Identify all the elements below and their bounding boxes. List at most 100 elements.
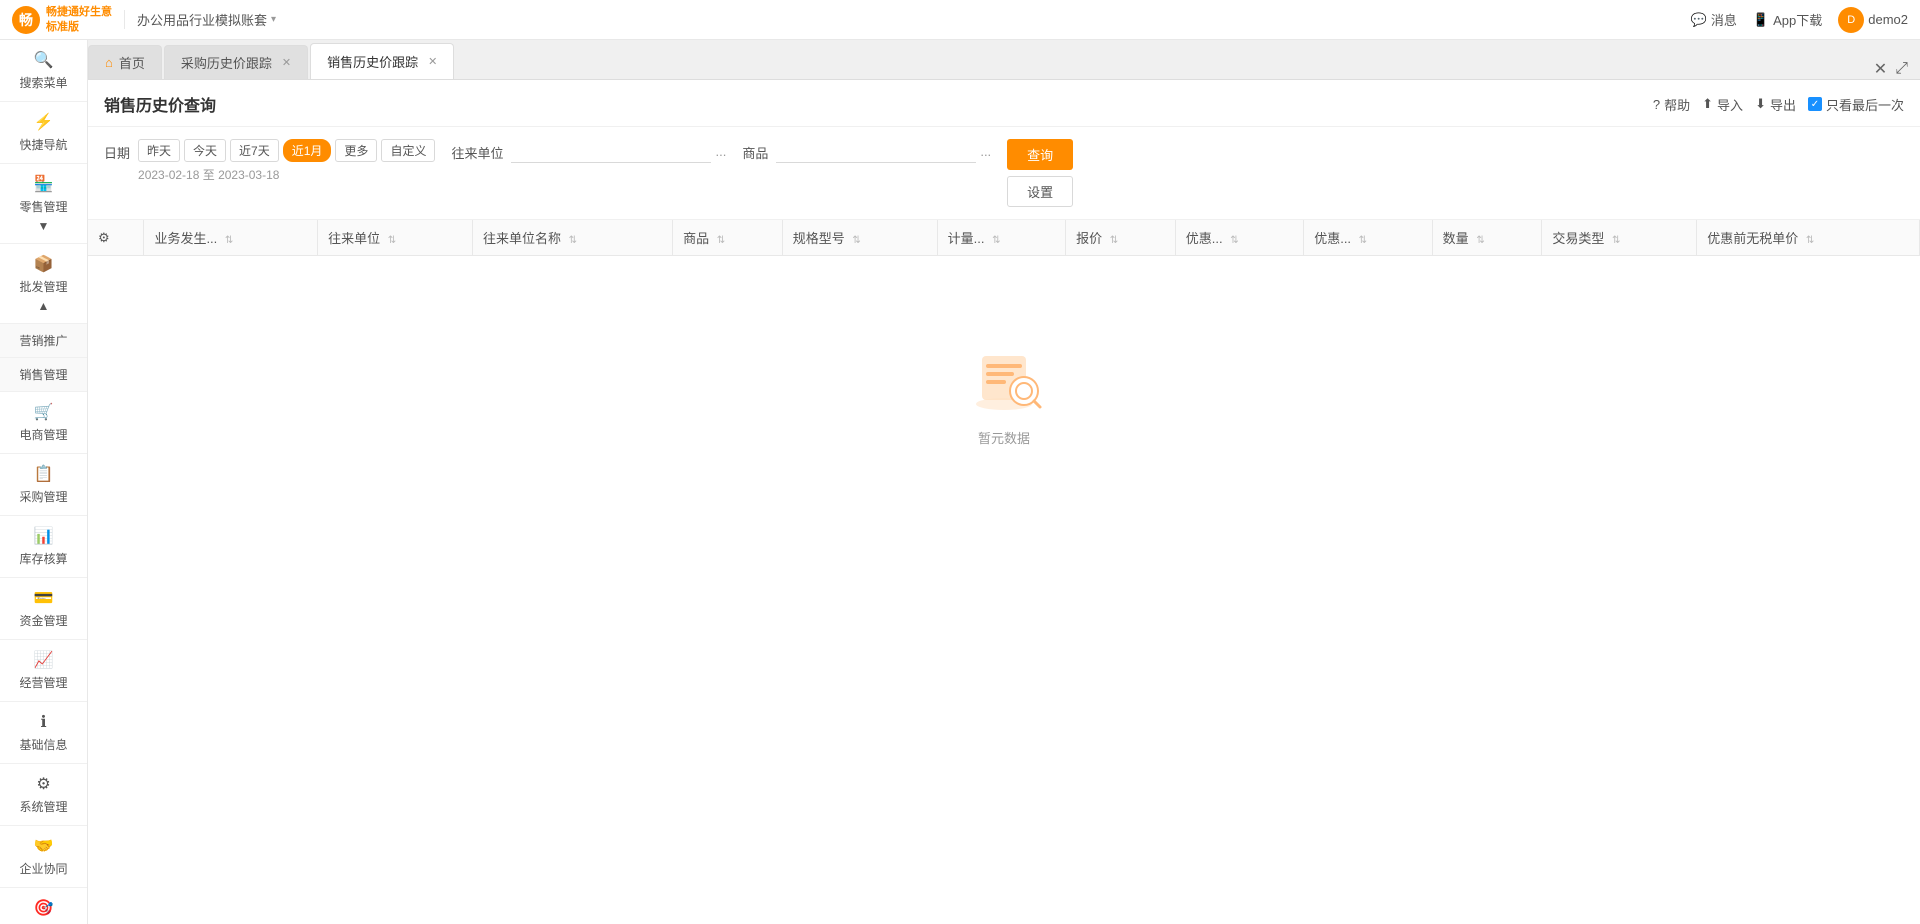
ecommerce-icon: 🛒	[34, 402, 54, 422]
more-btn[interactable]: 更多	[335, 139, 377, 162]
table-container: ⚙ 业务发生... ⇅ 往来单位 ⇅ 往来单位名称	[88, 220, 1920, 527]
col-discount2[interactable]: 优惠... ⇅	[1304, 220, 1432, 256]
product-input[interactable]	[776, 139, 976, 163]
logo-icon: 畅	[12, 6, 40, 34]
date-label: 日期	[104, 139, 130, 162]
col-quantity[interactable]: 数量 ⇅	[1432, 220, 1542, 256]
finance-icon: 💳	[34, 588, 54, 608]
sidebar-item-enterprise[interactable]: 🤝 企业协同	[0, 826, 87, 888]
col-business-date[interactable]: 业务发生... ⇅	[144, 220, 318, 256]
home-icon: ⌂	[105, 55, 113, 70]
search-icon: 🔍	[34, 50, 54, 70]
col-pre-tax-price[interactable]: 优惠前无税单价 ⇅	[1697, 220, 1920, 256]
help-button[interactable]: ? 帮助	[1653, 95, 1690, 114]
expand-button[interactable]: ⤢	[1895, 60, 1908, 78]
sidebar-item-basic-info[interactable]: ℹ 基础信息	[0, 702, 87, 764]
tab-home[interactable]: ⌂ 首页	[88, 45, 162, 79]
last1month-btn[interactable]: 近1月	[283, 139, 332, 162]
export-button[interactable]: ⬇ 导出	[1755, 95, 1796, 114]
partner-input[interactable]	[511, 139, 711, 163]
sort-icon: ⇅	[717, 235, 725, 246]
operations-icon: 📈	[34, 650, 54, 670]
page-header: 销售历史价查询 ? 帮助 ⬆ 导入 ⬇ 导出 ✓	[88, 80, 1920, 127]
product-input-group: ...	[776, 139, 991, 163]
phone-icon: 📱	[1753, 12, 1769, 28]
col-transaction-type[interactable]: 交易类型 ⇅	[1542, 220, 1697, 256]
sort-icon: ⇅	[1359, 235, 1367, 246]
sort-icon: ⇅	[1612, 235, 1620, 246]
help-icon: ?	[1653, 97, 1660, 112]
import-icon: ⬆	[1702, 96, 1713, 112]
today-btn[interactable]: 今天	[184, 139, 226, 162]
sidebar-item-system-mgmt[interactable]: ⚙ 系统管理	[0, 764, 87, 826]
basic-info-icon: ℹ	[40, 712, 46, 732]
tab-bar-actions: ✕ ⤢	[1874, 59, 1920, 79]
query-button[interactable]: 查询	[1007, 139, 1073, 170]
top-bar-right: 💬 消息 📱 App下载 D demo2	[1691, 7, 1908, 33]
product-dots[interactable]: ...	[980, 144, 991, 159]
custom-btn[interactable]: 自定义	[381, 139, 435, 162]
tab-bar: ⌂ 首页 采购历史价跟踪 ✕ 销售历史价跟踪 ✕ ✕ ⤢	[88, 40, 1920, 80]
sort-icon: ⇅	[225, 235, 233, 246]
import-button[interactable]: ⬆ 导入	[1702, 95, 1743, 114]
user-avatar[interactable]: D demo2	[1838, 7, 1908, 33]
partner-label: 往来单位	[451, 139, 503, 162]
sidebar-item-guide[interactable]: 🎯 新手引导	[0, 888, 87, 924]
yesterday-btn[interactable]: 昨天	[138, 139, 180, 162]
settings-button[interactable]: 设置	[1007, 176, 1073, 207]
retail-arrow-icon: ▼	[38, 219, 50, 233]
only-last-checkbox[interactable]: ✓	[1808, 97, 1822, 111]
sort-icon: ⇅	[852, 235, 860, 246]
app-download-button[interactable]: 📱 App下载	[1753, 10, 1822, 29]
sidebar-item-wholesale-mgmt[interactable]: 📦 批发管理 ▲	[0, 244, 87, 324]
workspace-selector[interactable]: 办公用品行业模拟账套 ▾	[124, 10, 276, 29]
col-gear[interactable]: ⚙	[88, 220, 144, 256]
sidebar-item-sales-mgmt[interactable]: 销售管理	[0, 358, 87, 392]
avatar: D	[1838, 7, 1864, 33]
tab-purchase-history[interactable]: 采购历史价跟踪 ✕	[164, 45, 308, 79]
sidebar-item-finance[interactable]: 💳 资金管理	[0, 578, 87, 640]
sidebar-item-quick-nav[interactable]: ⚡ 快捷导航	[0, 102, 87, 164]
sidebar-item-retail-mgmt[interactable]: 🏪 零售管理 ▼	[0, 164, 87, 244]
date-filter-group: 日期 昨天 今天 近7天 近1月 更多 自定义 2023-02-18 至 202…	[104, 139, 435, 183]
sidebar-item-search-menu[interactable]: 🔍 搜索菜单	[0, 40, 87, 102]
date-range-text: 2023-02-18 至 2023-03-18	[138, 166, 435, 183]
tab-close-sales-icon[interactable]: ✕	[428, 55, 437, 68]
enterprise-icon: 🤝	[34, 836, 54, 856]
partner-input-group: ...	[511, 139, 726, 163]
sidebar-item-inventory[interactable]: 📊 库存核算	[0, 516, 87, 578]
partner-dots[interactable]: ...	[715, 144, 726, 159]
message-button[interactable]: 💬 消息	[1691, 10, 1737, 29]
sort-icon: ⇅	[1806, 235, 1814, 246]
last7days-btn[interactable]: 近7天	[230, 139, 279, 162]
date-buttons: 昨天 今天 近7天 近1月 更多 自定义	[138, 139, 435, 162]
sort-icon: ⇅	[992, 235, 1000, 246]
tab-sales-history[interactable]: 销售历史价跟踪 ✕	[310, 43, 454, 79]
close-all-tabs-button[interactable]: ✕	[1874, 59, 1887, 79]
logo-text: 畅捷通好生意 标准版	[46, 5, 112, 34]
top-bar-left: 畅 畅捷通好生意 标准版 办公用品行业模拟账套 ▾	[12, 5, 276, 34]
col-discount1[interactable]: 优惠... ⇅	[1175, 220, 1303, 256]
sort-icon: ⇅	[1230, 235, 1238, 246]
col-product[interactable]: 商品 ⇅	[673, 220, 783, 256]
retail-icon: 🏪	[34, 174, 54, 194]
sidebar-item-marketing[interactable]: 营销推广	[0, 324, 87, 358]
sort-icon: ⇅	[1476, 235, 1484, 246]
top-bar: 畅 畅捷通好生意 标准版 办公用品行业模拟账套 ▾ 💬 消息 📱 App下载 D…	[0, 0, 1920, 40]
col-unit[interactable]: 计量... ⇅	[937, 220, 1065, 256]
sidebar-item-operations[interactable]: 📈 经营管理	[0, 640, 87, 702]
sidebar-item-ecommerce[interactable]: 🛒 电商管理	[0, 392, 87, 454]
product-label: 商品	[742, 139, 768, 162]
filter-bar: 日期 昨天 今天 近7天 近1月 更多 自定义 2023-02-18 至 202…	[88, 127, 1920, 220]
sidebar-item-purchase-mgmt[interactable]: 📋 采购管理	[0, 454, 87, 516]
tab-close-purchase-icon[interactable]: ✕	[282, 56, 291, 69]
empty-text: 暂元数据	[978, 428, 1030, 447]
partner-filter-group: 往来单位 ...	[451, 139, 726, 163]
col-spec[interactable]: 规格型号 ⇅	[782, 220, 937, 256]
sort-icon: ⇅	[388, 235, 396, 246]
col-quote[interactable]: 报价 ⇅	[1066, 220, 1176, 256]
col-partner-code[interactable]: 往来单位 ⇅	[318, 220, 473, 256]
col-partner-name[interactable]: 往来单位名称 ⇅	[473, 220, 673, 256]
empty-icon	[964, 336, 1044, 416]
inventory-icon: 📊	[34, 526, 54, 546]
